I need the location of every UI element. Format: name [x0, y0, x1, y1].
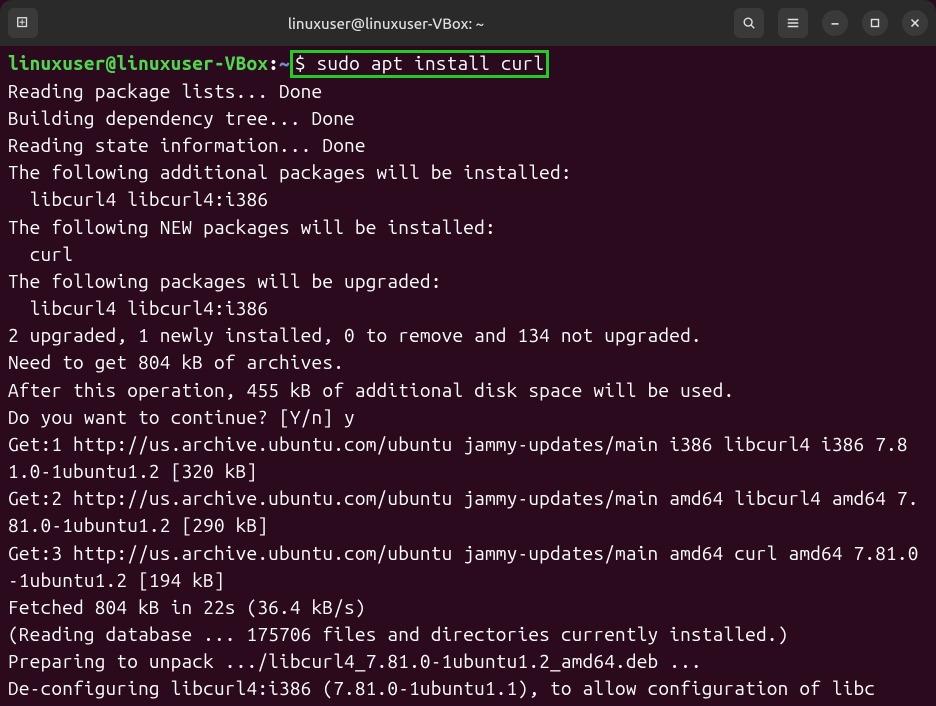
maximize-icon	[868, 16, 882, 30]
command-text: sudo apt install curl	[317, 52, 545, 74]
minimize-icon	[828, 16, 842, 30]
output-line: After this operation, 455 kB of addition…	[8, 377, 928, 404]
terminal-area[interactable]: linuxuser@linuxuser-VBox:~$ sudo apt ins…	[0, 46, 936, 706]
close-icon	[908, 16, 922, 30]
minimize-button[interactable]	[822, 10, 848, 36]
search-icon	[742, 16, 756, 30]
window-titlebar: linuxuser@linuxuser-VBox: ~	[0, 0, 936, 46]
output-line: curl	[8, 241, 928, 268]
prompt-colon: :	[268, 52, 279, 74]
prompt-user-host: linuxuser@linuxuser-VBox	[8, 52, 268, 74]
output-line: Get:2 http://us.archive.ubuntu.com/ubunt…	[8, 485, 928, 539]
output-line: libcurl4 libcurl4:i386	[8, 186, 928, 213]
output-line: Reading package lists... Done	[8, 78, 928, 105]
output-line: Get:3 http://us.archive.ubuntu.com/ubunt…	[8, 540, 928, 594]
command-highlight: $ sudo apt install curl	[290, 50, 549, 78]
output-line: libcurl4 libcurl4:i386	[8, 295, 928, 322]
hamburger-icon	[786, 16, 800, 30]
maximize-button[interactable]	[862, 10, 888, 36]
output-line: (Reading database ... 175706 files and d…	[8, 621, 928, 648]
output-line: Preparing to unpack .../libcurl4_7.81.0-…	[8, 648, 928, 675]
output-line: Reading state information... Done	[8, 132, 928, 159]
terminal-output: Reading package lists... DoneBuilding de…	[8, 78, 928, 703]
output-line: De-configuring libcurl4:i386 (7.81.0-1ub…	[8, 675, 928, 702]
output-line: Need to get 804 kB of archives.	[8, 349, 928, 376]
output-line: The following additional packages will b…	[8, 159, 928, 186]
search-button[interactable]	[734, 8, 764, 38]
output-line: Get:1 http://us.archive.ubuntu.com/ubunt…	[8, 431, 928, 485]
prompt-path: ~	[279, 52, 290, 74]
new-tab-icon	[16, 16, 30, 30]
new-tab-button[interactable]	[8, 8, 38, 38]
close-button[interactable]	[902, 10, 928, 36]
output-line: 2 upgraded, 1 newly installed, 0 to remo…	[8, 322, 928, 349]
output-line: Do you want to continue? [Y/n] y	[8, 404, 928, 431]
output-line: The following packages will be upgraded:	[8, 268, 928, 295]
output-line: The following NEW packages will be insta…	[8, 214, 928, 241]
prompt-line: linuxuser@linuxuser-VBox:~$ sudo apt ins…	[8, 50, 928, 78]
menu-button[interactable]	[778, 8, 808, 38]
output-line: Building dependency tree... Done	[8, 105, 928, 132]
window-title: linuxuser@linuxuser-VBox: ~	[38, 15, 734, 32]
prompt-dollar: $	[295, 52, 306, 74]
output-line: Fetched 804 kB in 22s (36.4 kB/s)	[8, 594, 928, 621]
